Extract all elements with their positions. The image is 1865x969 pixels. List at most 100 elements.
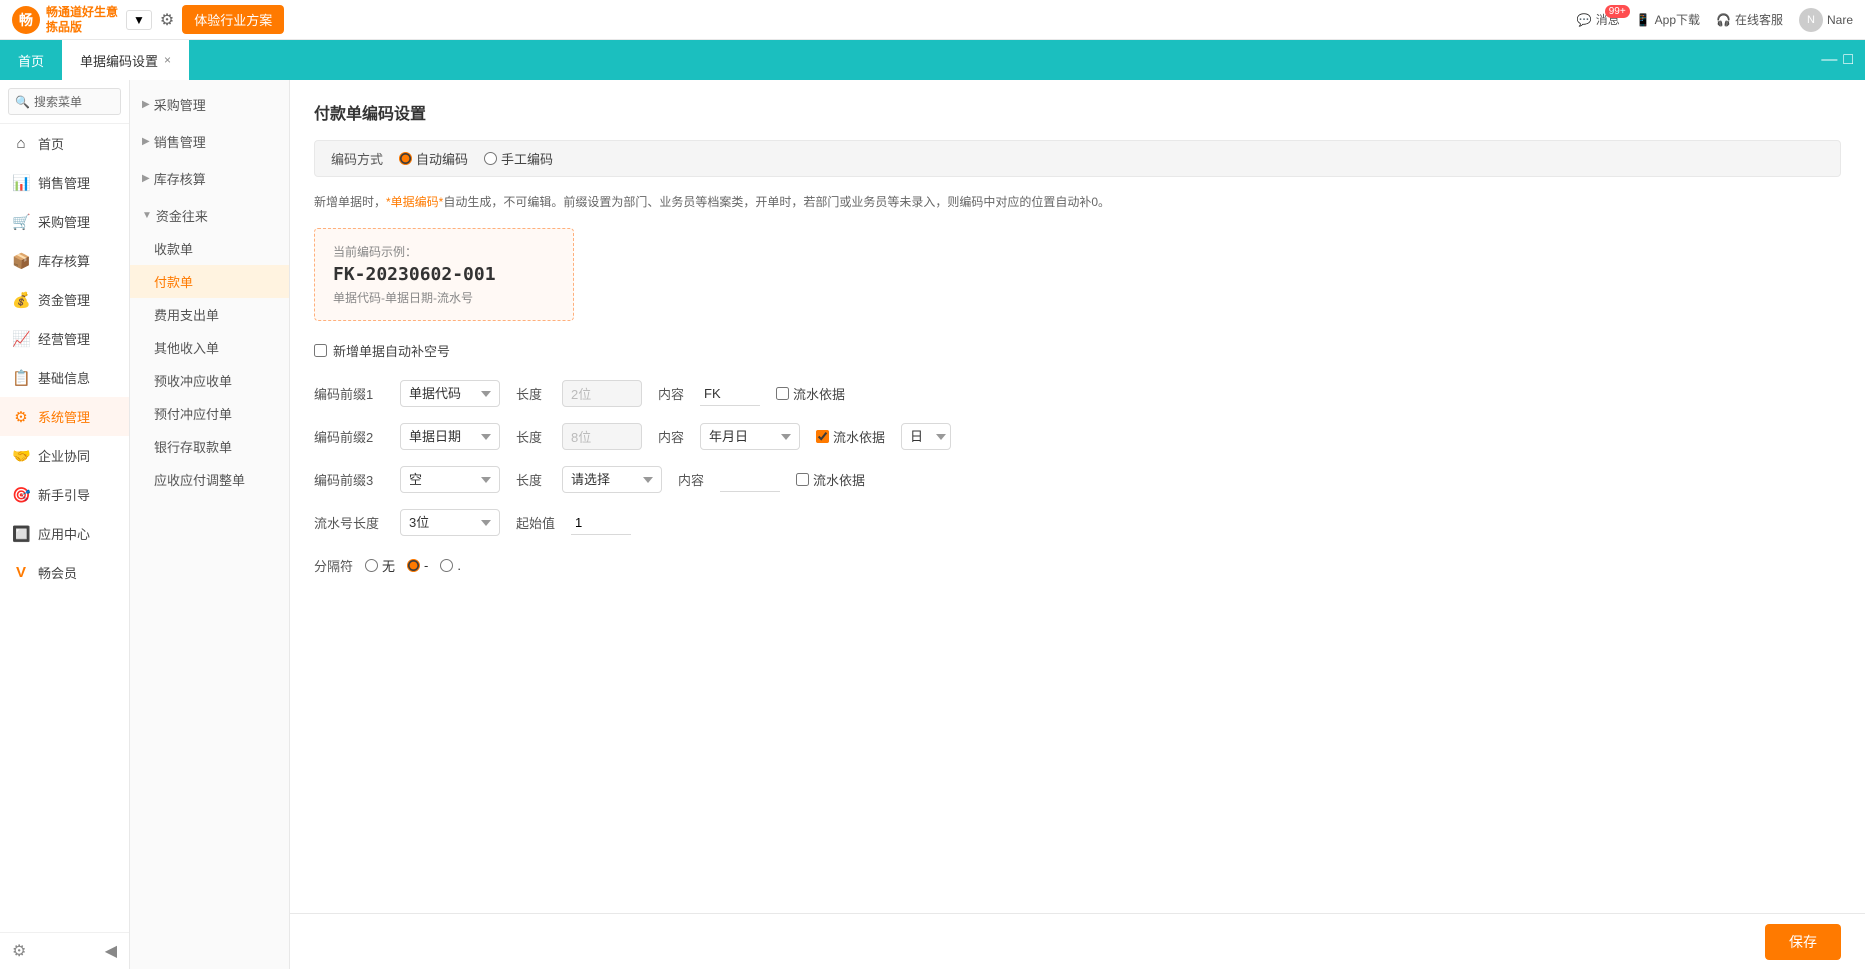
sub-item-receivable-adj[interactable]: 应收应付调整单 bbox=[130, 463, 289, 496]
sep-dash-radio[interactable] bbox=[407, 559, 420, 572]
auto-fill-checkbox[interactable] bbox=[314, 344, 327, 357]
search-menu-btn[interactable]: 🔍 搜索菜单 bbox=[8, 88, 121, 115]
logo: 畅 畅通道好生意 拣品版 bbox=[12, 5, 118, 34]
manual-code-radio[interactable] bbox=[484, 152, 497, 165]
sub-item-prepay-recv[interactable]: 预收冲应收单 bbox=[130, 364, 289, 397]
sub-item-bank-deposit[interactable]: 银行存取款单 bbox=[130, 430, 289, 463]
sub-group-capital-header[interactable]: ▼ 资金往来 bbox=[130, 199, 289, 232]
sep-dot-radio[interactable] bbox=[440, 559, 453, 572]
sidebar-item-sales[interactable]: 📊 销售管理 bbox=[0, 163, 129, 202]
serial3-checkbox[interactable] bbox=[796, 473, 809, 486]
tab-home[interactable]: 首页 bbox=[0, 40, 62, 80]
bottom-bar: 保存 bbox=[290, 913, 1865, 969]
finance-icon: 💰 bbox=[12, 291, 30, 309]
phone-icon: 📱 bbox=[1636, 13, 1651, 27]
sidebar-item-finance[interactable]: 💰 资金管理 bbox=[0, 280, 129, 319]
auto-code-option[interactable]: 自动编码 bbox=[399, 149, 468, 168]
sidebar-item-operations[interactable]: 📈 经营管理 bbox=[0, 319, 129, 358]
sidebar-item-inventory[interactable]: 📦 库存核算 bbox=[0, 241, 129, 280]
sidebar-item-basic[interactable]: 📋 基础信息 bbox=[0, 358, 129, 397]
sidebar-item-system[interactable]: ⚙ 系统管理 bbox=[0, 397, 129, 436]
service-icon: 🎧 bbox=[1716, 13, 1731, 27]
serial2-checkbox[interactable] bbox=[816, 430, 829, 443]
settings-icon-btn[interactable]: ⚙ bbox=[160, 10, 174, 30]
serial3-checkbox-label[interactable]: 流水依据 bbox=[796, 470, 865, 489]
form-row-2: 编码前缀2 单据日期 部门 业务员 空 长度 内容 年月日 年月 年 流水依据 bbox=[314, 423, 1841, 450]
auto-code-radio[interactable] bbox=[399, 152, 412, 165]
window-controls: — □ bbox=[1821, 51, 1865, 69]
dropdown-btn[interactable]: ▼ bbox=[126, 10, 152, 30]
sub-item-other-income[interactable]: 其他收入单 bbox=[130, 331, 289, 364]
start-value-input[interactable] bbox=[571, 511, 631, 535]
message-item[interactable]: 💬 消息 99+ bbox=[1577, 11, 1620, 28]
avatar: N bbox=[1799, 8, 1823, 32]
sidebar-item-member[interactable]: V 畅会员 bbox=[0, 553, 129, 592]
sub-item-payment[interactable]: 付款单 bbox=[130, 265, 289, 298]
length1-label: 长度 bbox=[516, 384, 546, 403]
sub-item-expense[interactable]: 费用支出单 bbox=[130, 298, 289, 331]
sidebar-item-apps[interactable]: 🔲 应用中心 bbox=[0, 514, 129, 553]
sub-group-purchase: ▶ 采购管理 bbox=[130, 88, 289, 121]
trial-button[interactable]: 体验行业方案 bbox=[182, 5, 284, 34]
serial1-checkbox-label[interactable]: 流水依据 bbox=[776, 384, 845, 403]
prefix2-select[interactable]: 单据日期 部门 业务员 空 bbox=[400, 423, 500, 450]
sidebar-menu: ⌂ 首页 📊 销售管理 🛒 采购管理 📦 库存核算 💰 资金管理 📈 经营 bbox=[0, 124, 129, 932]
operations-icon: 📈 bbox=[12, 330, 30, 348]
content2-select[interactable]: 年月日 年月 年 bbox=[700, 423, 800, 450]
sidebar-footer: ⚙ ◀ bbox=[0, 932, 129, 969]
sep-dash-label[interactable]: - bbox=[407, 558, 428, 573]
top-bar-left: 畅 畅通道好生意 拣品版 ▼ ⚙ 体验行业方案 bbox=[12, 5, 284, 34]
example-desc: 单据代码-单据日期-流水号 bbox=[333, 289, 555, 306]
sidebar-collapse-btn[interactable]: ◀ bbox=[105, 941, 117, 961]
sep-none-label[interactable]: 无 bbox=[365, 556, 395, 575]
sub-item-prepay-pay[interactable]: 预付冲应付单 bbox=[130, 397, 289, 430]
tab-encoding-settings[interactable]: 单据编码设置 × bbox=[62, 40, 189, 80]
manual-code-option[interactable]: 手工编码 bbox=[484, 149, 553, 168]
sub-group-purchase-header[interactable]: ▶ 采购管理 bbox=[130, 88, 289, 121]
home-icon: ⌂ bbox=[12, 135, 30, 152]
sub-item-receipt[interactable]: 收款单 bbox=[130, 232, 289, 265]
sep-dot-label[interactable]: . bbox=[440, 558, 461, 573]
prefix1-select[interactable]: 单据代码 部门 业务员 空 bbox=[400, 380, 500, 407]
separator-row: 分隔符 无 - . bbox=[314, 556, 1841, 575]
encoding-type-bar: 编码方式 自动编码 手工编码 bbox=[314, 140, 1841, 177]
content3-input[interactable] bbox=[720, 468, 780, 492]
sidebar-search[interactable]: 🔍 搜索菜单 bbox=[0, 80, 129, 124]
app-download-item[interactable]: 📱 App下载 bbox=[1636, 11, 1700, 28]
length2-input bbox=[562, 423, 642, 450]
sub-group-inventory: ▶ 库存核算 bbox=[130, 162, 289, 195]
sidebar-settings-btn[interactable]: ⚙ bbox=[12, 941, 26, 961]
top-bar-controls: ▼ ⚙ 体验行业方案 bbox=[126, 5, 284, 34]
basic-icon: 📋 bbox=[12, 369, 30, 387]
sidebar-item-home[interactable]: ⌂ 首页 bbox=[0, 124, 129, 163]
sidebar-item-newbie[interactable]: 🎯 新手引导 bbox=[0, 475, 129, 514]
sep-none-radio[interactable] bbox=[365, 559, 378, 572]
sidebar: 🔍 搜索菜单 ⌂ 首页 📊 销售管理 🛒 采购管理 📦 库存核算 💰 bbox=[0, 80, 130, 969]
newbie-icon: 🎯 bbox=[12, 486, 30, 504]
sidebar-item-purchase[interactable]: 🛒 采购管理 bbox=[0, 202, 129, 241]
length3-select[interactable]: 请选择 1位 2位 3位 4位 bbox=[562, 466, 662, 493]
window-minimize-btn[interactable]: — bbox=[1821, 51, 1837, 69]
close-tab-icon[interactable]: × bbox=[164, 53, 171, 67]
serial-length-label: 流水号长度 bbox=[314, 513, 384, 532]
content2-label: 内容 bbox=[658, 427, 684, 446]
sidebar-item-enterprise[interactable]: 🤝 企业协同 bbox=[0, 436, 129, 475]
online-service-item[interactable]: 🎧 在线客服 bbox=[1716, 11, 1783, 28]
prefix3-select[interactable]: 空 单据代码 部门 业务员 bbox=[400, 466, 500, 493]
member-icon: V bbox=[12, 564, 30, 581]
content1-input[interactable] bbox=[700, 382, 760, 406]
serial1-checkbox[interactable] bbox=[776, 387, 789, 400]
user-item[interactable]: N Nare bbox=[1799, 8, 1853, 32]
sub-group-inventory-header[interactable]: ▶ 库存核算 bbox=[130, 162, 289, 195]
sub-group-sales-header[interactable]: ▶ 销售管理 bbox=[130, 125, 289, 158]
info-text: 新增单据时，*单据编码*自动生成，不可编辑。前缀设置为部门、业务员等档案类，开单… bbox=[314, 193, 1841, 212]
system-icon: ⚙ bbox=[12, 408, 30, 426]
search-icon: 🔍 bbox=[15, 95, 30, 109]
serial2-checkbox-label[interactable]: 流水依据 bbox=[816, 427, 885, 446]
serial-length-select[interactable]: 3位 4位 5位 6位 bbox=[400, 509, 500, 536]
window-maximize-btn[interactable]: □ bbox=[1843, 51, 1853, 69]
save-button[interactable]: 保存 bbox=[1765, 924, 1841, 960]
day-select[interactable]: 日 月 年 bbox=[901, 423, 951, 450]
prefix3-label: 编码前缀3 bbox=[314, 470, 384, 489]
nav-tabs-wrapper: 首页 单据编码设置 × — □ bbox=[0, 40, 1865, 80]
